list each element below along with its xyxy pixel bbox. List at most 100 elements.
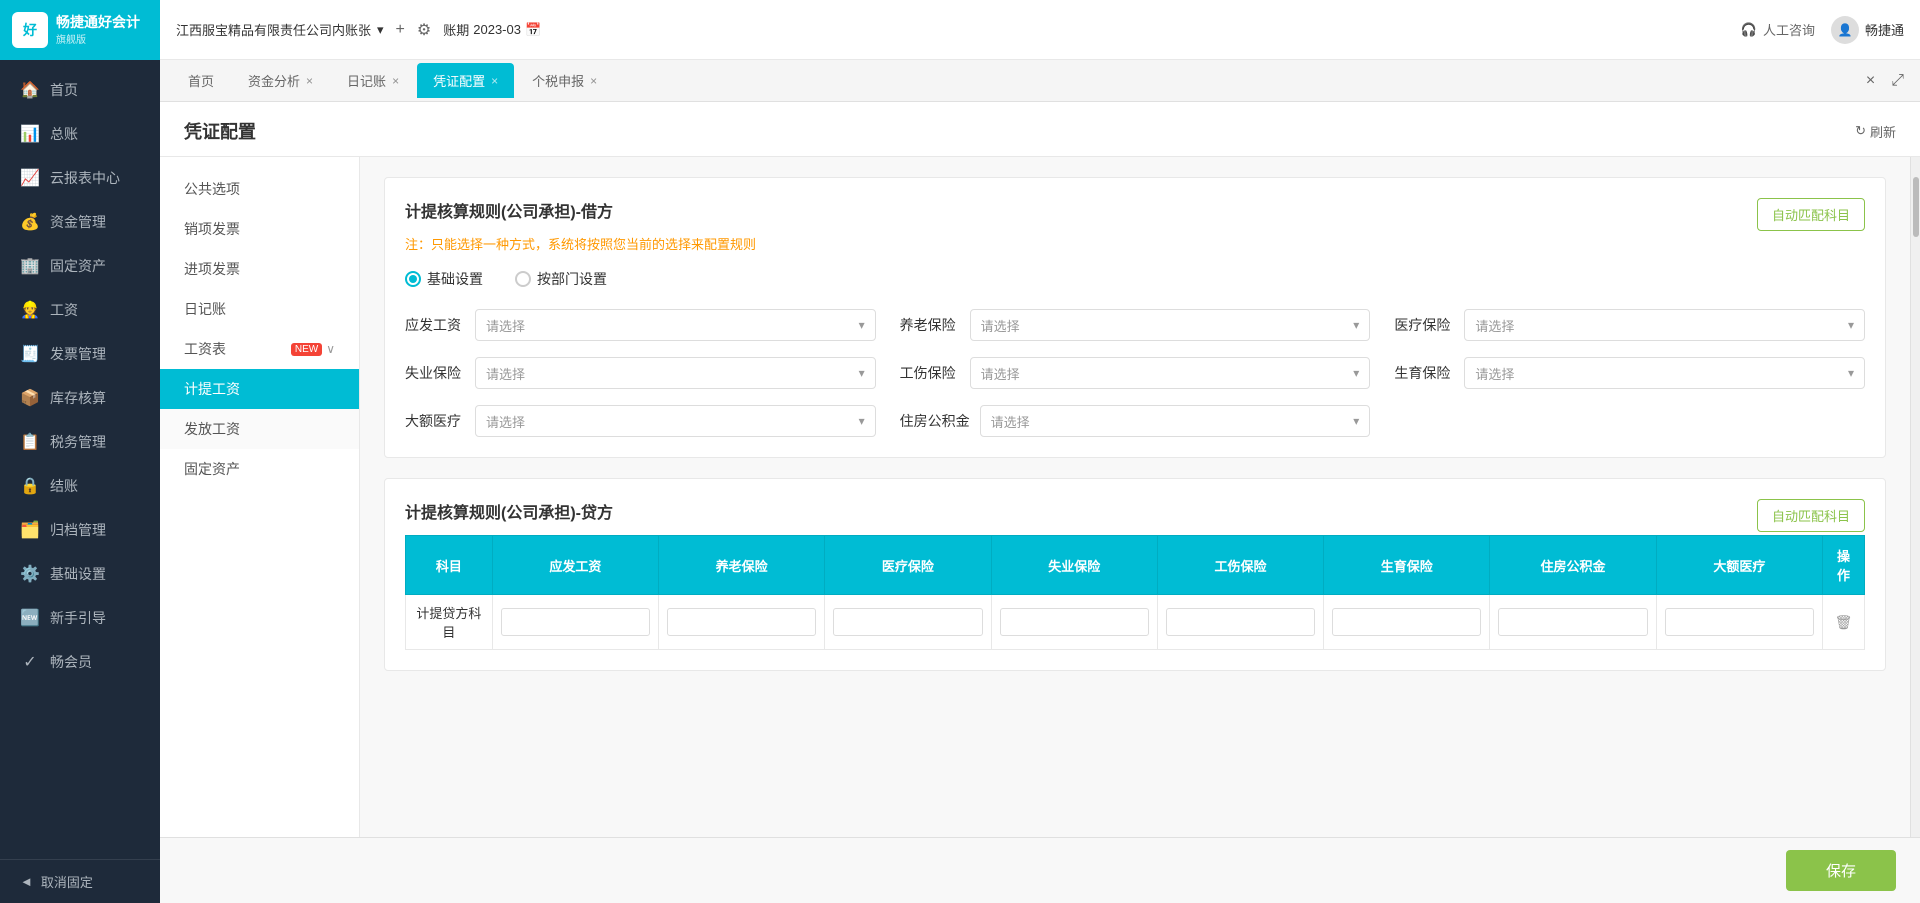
add-tab-button[interactable]: + bbox=[396, 21, 405, 39]
save-section: 保存 bbox=[160, 837, 1920, 903]
table-header-row: 科目 应发工资 养老保险 医疗保险 失业保险 工伤保险 生育保险 住房公积金 大… bbox=[406, 536, 1865, 595]
sidebar-item-ledger[interactable]: 📊 总账 bbox=[0, 112, 160, 156]
field-yfgz: 应发工资 请选择 ▾ bbox=[405, 309, 876, 341]
calendar-icon[interactable]: 📅 bbox=[525, 22, 541, 38]
col-ylbx2: 医疗保险 bbox=[825, 536, 991, 595]
period-label: 账期 bbox=[443, 20, 469, 39]
topbar-right: 🎧 人工咨询 👤 畅捷通 bbox=[1741, 16, 1904, 44]
sidebar-item-tax[interactable]: 📋 税务管理 bbox=[0, 420, 160, 464]
field-ylbx2-placeholder: 请选择 bbox=[1475, 316, 1514, 335]
field-sybx2-label: 生育保险 bbox=[1394, 363, 1454, 383]
delete-row-button[interactable]: 🗑 bbox=[1835, 614, 1853, 631]
menu-item-accrual-label: 计提工资 bbox=[184, 379, 240, 399]
home-icon: 🏠 bbox=[20, 80, 40, 100]
field-ylbx2-arrow: ▾ bbox=[1848, 318, 1854, 332]
radio-basic-label: 基础设置 bbox=[427, 269, 483, 289]
tab-voucher-close[interactable]: × bbox=[491, 74, 498, 88]
field-sybx-select[interactable]: 请选择 ▾ bbox=[475, 357, 876, 389]
settings-icon-topbar[interactable]: ⚙ bbox=[417, 20, 431, 40]
field-gsbx-label: 工伤保险 bbox=[900, 363, 960, 383]
refresh-label: 刷新 bbox=[1870, 122, 1896, 141]
field-ylbx-select[interactable]: 请选择 ▾ bbox=[970, 309, 1371, 341]
topbar: 江西服宝精品有限责任公司内账张 ▾ + ⚙ 账期 2023-03 📅 🎧 人工咨… bbox=[160, 0, 1920, 60]
input-sybx2[interactable] bbox=[1332, 608, 1481, 636]
sidebar-item-member[interactable]: ✓ 畅会员 bbox=[0, 640, 160, 684]
user-area[interactable]: 👤 畅捷通 bbox=[1831, 16, 1904, 44]
input-yfgz[interactable] bbox=[501, 608, 650, 636]
sidebar-item-settings[interactable]: ⚙️ 基础设置 bbox=[0, 552, 160, 596]
col-gsbx: 工伤保险 bbox=[1157, 536, 1323, 595]
radio-basic[interactable]: 基础设置 bbox=[405, 269, 483, 289]
fullscreen-button[interactable]: ⤢ bbox=[1887, 68, 1908, 94]
field-gsbx-placeholder: 请选择 bbox=[981, 364, 1020, 383]
save-button[interactable]: 保存 bbox=[1786, 850, 1896, 891]
menu-item-accrual[interactable]: 计提工资 bbox=[160, 369, 359, 409]
sidebar-item-inventory[interactable]: 📦 库存核算 bbox=[0, 376, 160, 420]
field-gsbx-select[interactable]: 请选择 ▾ bbox=[970, 357, 1371, 389]
tab-home[interactable]: 首页 bbox=[172, 63, 230, 98]
col-subject: 科目 bbox=[406, 536, 493, 595]
refresh-button[interactable]: ↻ 刷新 bbox=[1855, 122, 1896, 141]
sidebar-item-closing[interactable]: 🔒 结账 bbox=[0, 464, 160, 508]
menu-item-payroll-issue[interactable]: 发放工资 bbox=[160, 409, 359, 449]
credit-table: 科目 应发工资 养老保险 医疗保险 失业保险 工伤保险 生育保险 住房公积金 大… bbox=[405, 535, 1865, 650]
radio-group: 基础设置 按部门设置 bbox=[405, 269, 1865, 289]
radio-dept[interactable]: 按部门设置 bbox=[515, 269, 607, 289]
main-area: 江西服宝精品有限责任公司内账张 ▾ + ⚙ 账期 2023-03 📅 🎧 人工咨… bbox=[160, 0, 1920, 903]
sidebar-item-guide[interactable]: 🆕 新手引导 bbox=[0, 596, 160, 640]
sidebar-item-home-label: 首页 bbox=[50, 80, 78, 100]
payroll-expand-icon: ∨ bbox=[326, 342, 335, 356]
input-gsbx[interactable] bbox=[1166, 608, 1315, 636]
row-label: 计提贷方科目 bbox=[406, 595, 493, 650]
field-zfgjj-select[interactable]: 请选择 ▾ bbox=[980, 405, 1371, 437]
sidebar-item-capital[interactable]: 💰 资金管理 bbox=[0, 200, 160, 244]
tab-tax-close[interactable]: × bbox=[590, 74, 597, 88]
service-button[interactable]: 🎧 人工咨询 bbox=[1741, 20, 1815, 39]
tab-journal[interactable]: 日记账 × bbox=[331, 63, 415, 98]
scrollbar[interactable] bbox=[1910, 157, 1920, 837]
menu-item-sales-invoice[interactable]: 销项发票 bbox=[160, 209, 359, 249]
input-zfgjj[interactable] bbox=[1498, 608, 1647, 636]
tab-home-label: 首页 bbox=[188, 71, 214, 90]
sidebar-item-home[interactable]: 🏠 首页 bbox=[0, 68, 160, 112]
menu-item-journal[interactable]: 日记账 bbox=[160, 289, 359, 329]
page-title: 凭证配置 bbox=[184, 118, 256, 144]
field-ylbx2-select[interactable]: 请选择 ▾ bbox=[1464, 309, 1865, 341]
unpin-label: 取消固定 bbox=[41, 872, 93, 891]
col-dely: 大额医疗 bbox=[1656, 536, 1822, 595]
close-all-tabs-button[interactable]: × bbox=[1862, 68, 1879, 94]
menu-item-fixed-asset-menu[interactable]: 固定资产 bbox=[160, 449, 359, 489]
field-sybx2-select[interactable]: 请选择 ▾ bbox=[1464, 357, 1865, 389]
credit-auto-match-button[interactable]: 自动匹配科目 bbox=[1757, 499, 1865, 532]
sidebar-item-fixed-asset[interactable]: 🏢 固定资产 bbox=[0, 244, 160, 288]
field-ylbx-label: 养老保险 bbox=[900, 315, 960, 335]
field-dely-select[interactable]: 请选择 ▾ bbox=[475, 405, 876, 437]
field-ylbx2: 医疗保险 请选择 ▾ bbox=[1394, 309, 1865, 341]
tab-capital-close[interactable]: × bbox=[306, 74, 313, 88]
input-ylbx[interactable] bbox=[667, 608, 816, 636]
sidebar-item-reports[interactable]: 📈 云报表中心 bbox=[0, 156, 160, 200]
tab-tax[interactable]: 个税申报 × bbox=[516, 63, 613, 98]
field-zfgjj: 住房公积金 请选择 ▾ bbox=[900, 405, 1371, 437]
sidebar-item-archive[interactable]: 🗂️ 归档管理 bbox=[0, 508, 160, 552]
input-dely[interactable] bbox=[1665, 608, 1814, 636]
col-yfgz: 应发工资 bbox=[492, 536, 658, 595]
debit-auto-match-button[interactable]: 自动匹配科目 bbox=[1757, 198, 1865, 231]
radio-dept-label: 按部门设置 bbox=[537, 269, 607, 289]
tab-capital[interactable]: 资金分析 × bbox=[232, 63, 329, 98]
sidebar-item-invoice[interactable]: 🧾 发票管理 bbox=[0, 332, 160, 376]
tab-voucher[interactable]: 凭证配置 × bbox=[417, 63, 514, 98]
sidebar-item-payroll[interactable]: 👷 工资 bbox=[0, 288, 160, 332]
menu-item-purchase-invoice[interactable]: 进项发票 bbox=[160, 249, 359, 289]
sidebar-item-reports-label: 云报表中心 bbox=[50, 168, 120, 188]
menu-item-public[interactable]: 公共选项 bbox=[160, 169, 359, 209]
input-ylbx2[interactable] bbox=[833, 608, 982, 636]
field-yfgz-select[interactable]: 请选择 ▾ bbox=[475, 309, 876, 341]
tab-journal-close[interactable]: × bbox=[392, 74, 399, 88]
company-select[interactable]: 江西服宝精品有限责任公司内账张 ▾ bbox=[176, 20, 384, 39]
unpin-button[interactable]: ◄ 取消固定 bbox=[0, 859, 160, 903]
menu-item-payroll-issue-label: 发放工资 bbox=[184, 419, 240, 439]
input-sybx[interactable] bbox=[1000, 608, 1149, 636]
menu-item-payroll[interactable]: 工资表 NEW ∨ bbox=[160, 329, 359, 369]
field-sybx2-arrow: ▾ bbox=[1848, 366, 1854, 380]
